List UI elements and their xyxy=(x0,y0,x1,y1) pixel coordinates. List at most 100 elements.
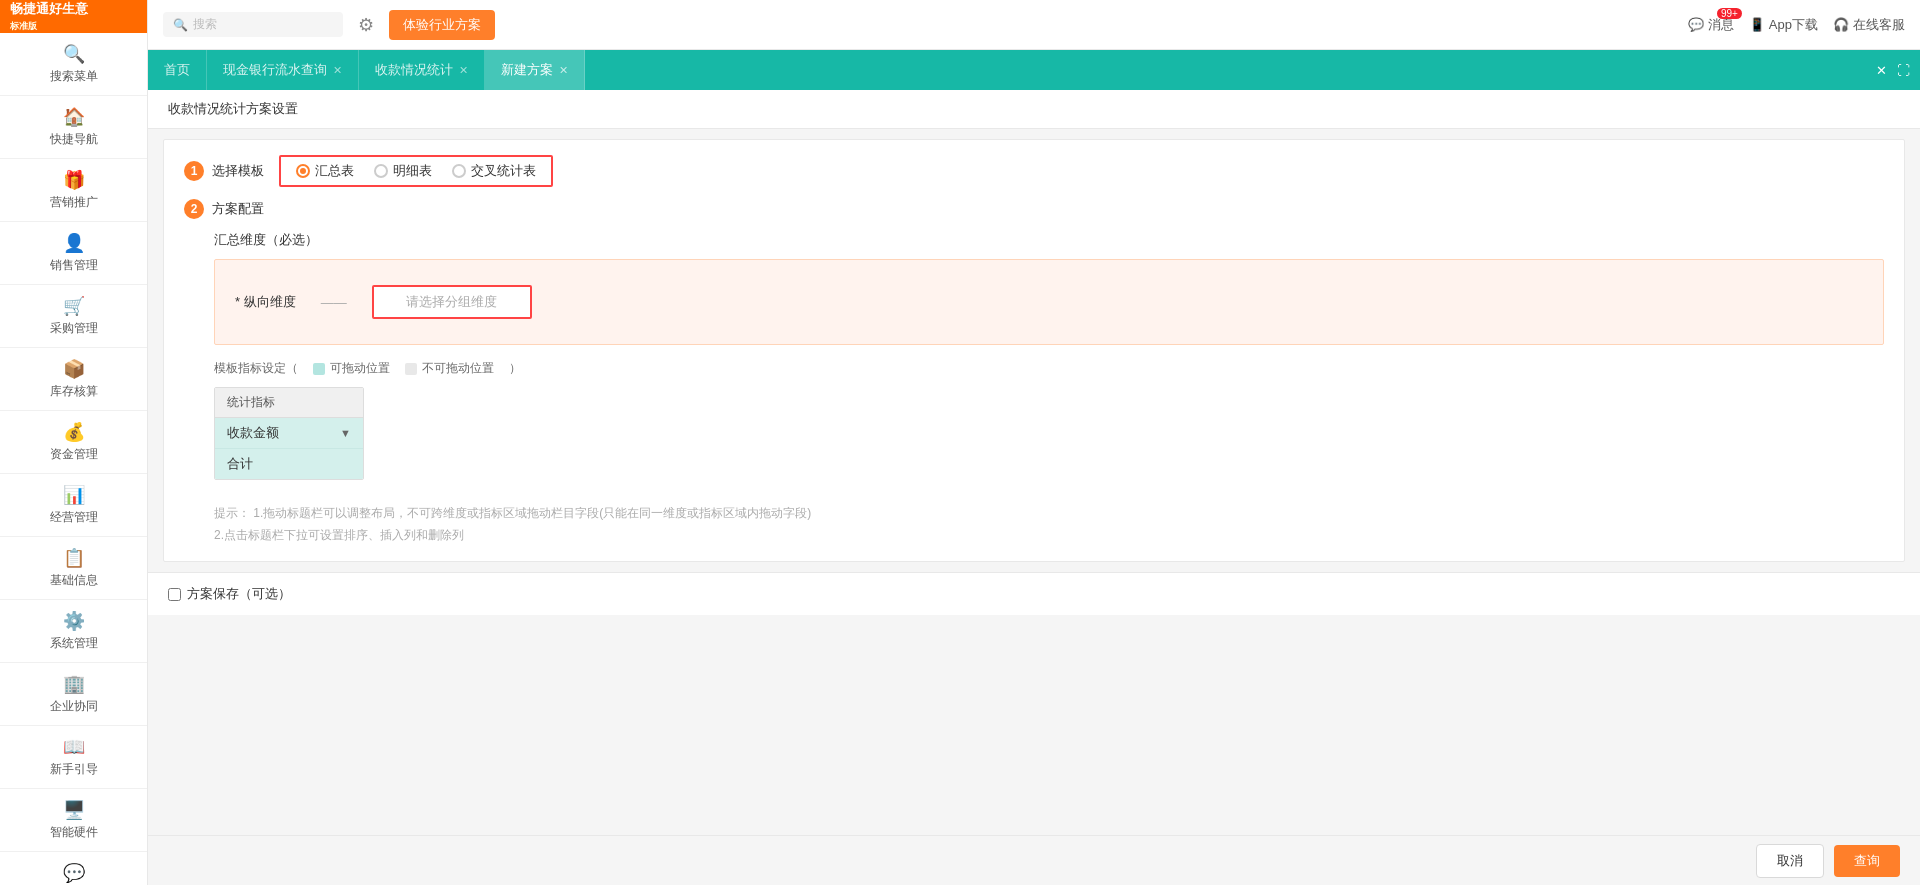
close-icon[interactable]: ✕ xyxy=(1876,63,1887,78)
tips-area: 提示： 1.拖动标题栏可以调整布局，不可跨维度或指标区域拖动栏目字段(只能在同一… xyxy=(214,503,1884,546)
download-icon: 📱 xyxy=(1749,17,1765,32)
sidebar-item-enterprise[interactable]: 🏢 企业协同 xyxy=(0,663,147,726)
chat-icon: 💬 xyxy=(63,862,85,884)
chart-icon: 📊 xyxy=(63,484,85,506)
tab-newplan-close[interactable]: ✕ xyxy=(559,64,568,77)
gear-icon: ⚙️ xyxy=(63,610,85,632)
expand-icon[interactable]: ⛶ xyxy=(1897,63,1910,78)
tabbar-controls: ✕ ⛶ xyxy=(1866,50,1920,90)
sidebar-label-system: 系统管理 xyxy=(50,635,98,652)
dimension-placeholder[interactable]: 请选择分组维度 xyxy=(372,285,532,319)
summary-title: 汇总维度（必选） xyxy=(214,231,1884,249)
legend-drag-label: 可拖动位置 xyxy=(330,360,390,377)
main-section: 1 选择模板 汇总表 明细表 交叉统计表 xyxy=(163,139,1905,562)
sidebar-label-inventory: 库存核算 xyxy=(50,383,98,400)
tip-line2: 2.点击标题栏下拉可设置排序、插入列和删除列 xyxy=(214,525,1884,547)
sidebar-item-sales[interactable]: 👤 销售管理 xyxy=(0,222,147,285)
sidebar-label-guide: 新手引导 xyxy=(50,761,98,778)
cart-icon: 🛒 xyxy=(63,295,85,317)
radio-summary-circle xyxy=(296,164,310,178)
radio-cross-label: 交叉统计表 xyxy=(471,162,536,180)
sidebar-label-hardware: 智能硬件 xyxy=(50,824,98,841)
tab-cashflow[interactable]: 现金银行流水查询 ✕ xyxy=(207,50,359,90)
radio-detail-circle xyxy=(374,164,388,178)
step1-label: 选择模板 xyxy=(212,162,264,180)
radio-detail[interactable]: 明细表 xyxy=(374,162,432,180)
monitor-icon: 🖥️ xyxy=(63,799,85,821)
step1-num: 1 xyxy=(184,161,204,181)
tab-collection-label: 收款情况统计 xyxy=(375,61,453,79)
download-btn[interactable]: 📱 App下载 xyxy=(1749,16,1818,34)
user-icon: 👤 xyxy=(63,232,85,254)
sidebar-label-basic: 基础信息 xyxy=(50,572,98,589)
step2-num: 2 xyxy=(184,199,204,219)
sidebar-item-guide[interactable]: 📖 新手引导 xyxy=(0,726,147,789)
tab-collection-close[interactable]: ✕ xyxy=(459,64,468,77)
tab-cashflow-label: 现金银行流水查询 xyxy=(223,61,327,79)
indicator-cell-amount[interactable]: 收款金额 ▼ xyxy=(215,418,363,449)
dimension-row: * 纵向维度 —— 请选择分组维度 xyxy=(235,285,1863,319)
content-area: 收款情况统计方案设置 1 选择模板 汇总表 明细表 xyxy=(148,90,1920,885)
tab-newplan[interactable]: 新建方案 ✕ xyxy=(485,50,585,90)
message-btn[interactable]: 💬 消息 99+ xyxy=(1688,16,1734,34)
tip-line1: 提示： 1.拖动标题栏可以调整布局，不可跨维度或指标区域拖动栏目字段(只能在同一… xyxy=(214,503,1884,525)
settings-icon[interactable]: ⚙ xyxy=(358,14,374,36)
message-badge: 99+ xyxy=(1717,8,1742,19)
tab-home-label: 首页 xyxy=(164,61,190,79)
sidebar-item-purchase[interactable]: 🛒 采购管理 xyxy=(0,285,147,348)
footer: 取消 查询 xyxy=(148,835,1920,885)
tab-collection[interactable]: 收款情况统计 ✕ xyxy=(359,50,485,90)
sidebar-item-finance[interactable]: 💰 资金管理 xyxy=(0,411,147,474)
cancel-button[interactable]: 取消 xyxy=(1756,844,1824,878)
support-icon: 🎧 xyxy=(1833,17,1849,32)
sidebar-item-wechat[interactable]: 💬 企业微信 xyxy=(0,852,147,885)
sidebar-item-marketing[interactable]: 🎁 营销推广 xyxy=(0,159,147,222)
download-label: App下载 xyxy=(1769,16,1818,34)
sidebar-item-inventory[interactable]: 📦 库存核算 xyxy=(0,348,147,411)
tab-cashflow-close[interactable]: ✕ xyxy=(333,64,342,77)
sidebar-item-operation[interactable]: 📊 经营管理 xyxy=(0,474,147,537)
money-icon: 💰 xyxy=(63,421,85,443)
radio-cross[interactable]: 交叉统计表 xyxy=(452,162,536,180)
sidebar-label-sales: 销售管理 xyxy=(50,257,98,274)
dimension-area: * 纵向维度 —— 请选择分组维度 xyxy=(214,259,1884,345)
indicator-header: 统计指标 xyxy=(215,388,363,418)
sidebar-item-basic[interactable]: 📋 基础信息 xyxy=(0,537,147,600)
tab-home[interactable]: 首页 xyxy=(148,50,207,90)
sidebar-label-quick: 快捷导航 xyxy=(50,131,98,148)
sidebar-label-finance: 资金管理 xyxy=(50,446,98,463)
sidebar-label-operation: 经营管理 xyxy=(50,509,98,526)
drag-dot xyxy=(313,363,325,375)
page-title: 收款情况统计方案设置 xyxy=(148,90,1920,129)
legend-nodrag-label: 不可拖动位置 xyxy=(422,360,494,377)
sidebar-label-purchase: 采购管理 xyxy=(50,320,98,337)
industry-btn[interactable]: 体验行业方案 xyxy=(389,10,495,40)
sidebar: 畅捷通好生意 标准版 🔍 搜索菜单 🏠 快捷导航 🎁 营销推广 👤 销售管理 🛒… xyxy=(0,0,148,885)
sidebar-item-quick[interactable]: 🏠 快捷导航 xyxy=(0,96,147,159)
arrow-separator: —— xyxy=(321,295,347,310)
indicator-subtotal: 合计 xyxy=(215,449,363,479)
sidebar-item-hardware[interactable]: 🖥️ 智能硬件 xyxy=(0,789,147,852)
radio-detail-label: 明细表 xyxy=(393,162,432,180)
sidebar-label-search: 搜索菜单 xyxy=(50,68,98,85)
save-checkbox[interactable] xyxy=(168,588,181,601)
brand-edition: 标准版 xyxy=(10,20,88,33)
radio-summary-label: 汇总表 xyxy=(315,162,354,180)
indicator-legend: 模板指标设定（ 可拖动位置 不可拖动位置 ） xyxy=(214,360,1884,377)
cell-amount-label: 收款金额 xyxy=(227,424,279,442)
radio-summary[interactable]: 汇总表 xyxy=(296,162,354,180)
sidebar-item-search[interactable]: 🔍 搜索菜单 xyxy=(0,33,147,96)
legend-nodrag-item: 不可拖动位置 xyxy=(405,360,494,377)
gift-icon: 🎁 xyxy=(63,169,85,191)
search-box[interactable]: 🔍 搜索 xyxy=(163,12,343,37)
nodrag-dot xyxy=(405,363,417,375)
support-btn[interactable]: 🎧 在线客服 xyxy=(1833,16,1905,34)
message-icon: 💬 xyxy=(1688,17,1704,32)
search-placeholder: 搜索 xyxy=(193,16,217,33)
step1-row: 1 选择模板 汇总表 明细表 交叉统计表 xyxy=(184,155,1884,187)
search-icon: 🔍 xyxy=(173,18,188,32)
query-button[interactable]: 查询 xyxy=(1834,845,1900,877)
save-label: 方案保存（可选） xyxy=(187,585,291,603)
sidebar-item-system[interactable]: ⚙️ 系统管理 xyxy=(0,600,147,663)
tab-newplan-label: 新建方案 xyxy=(501,61,553,79)
